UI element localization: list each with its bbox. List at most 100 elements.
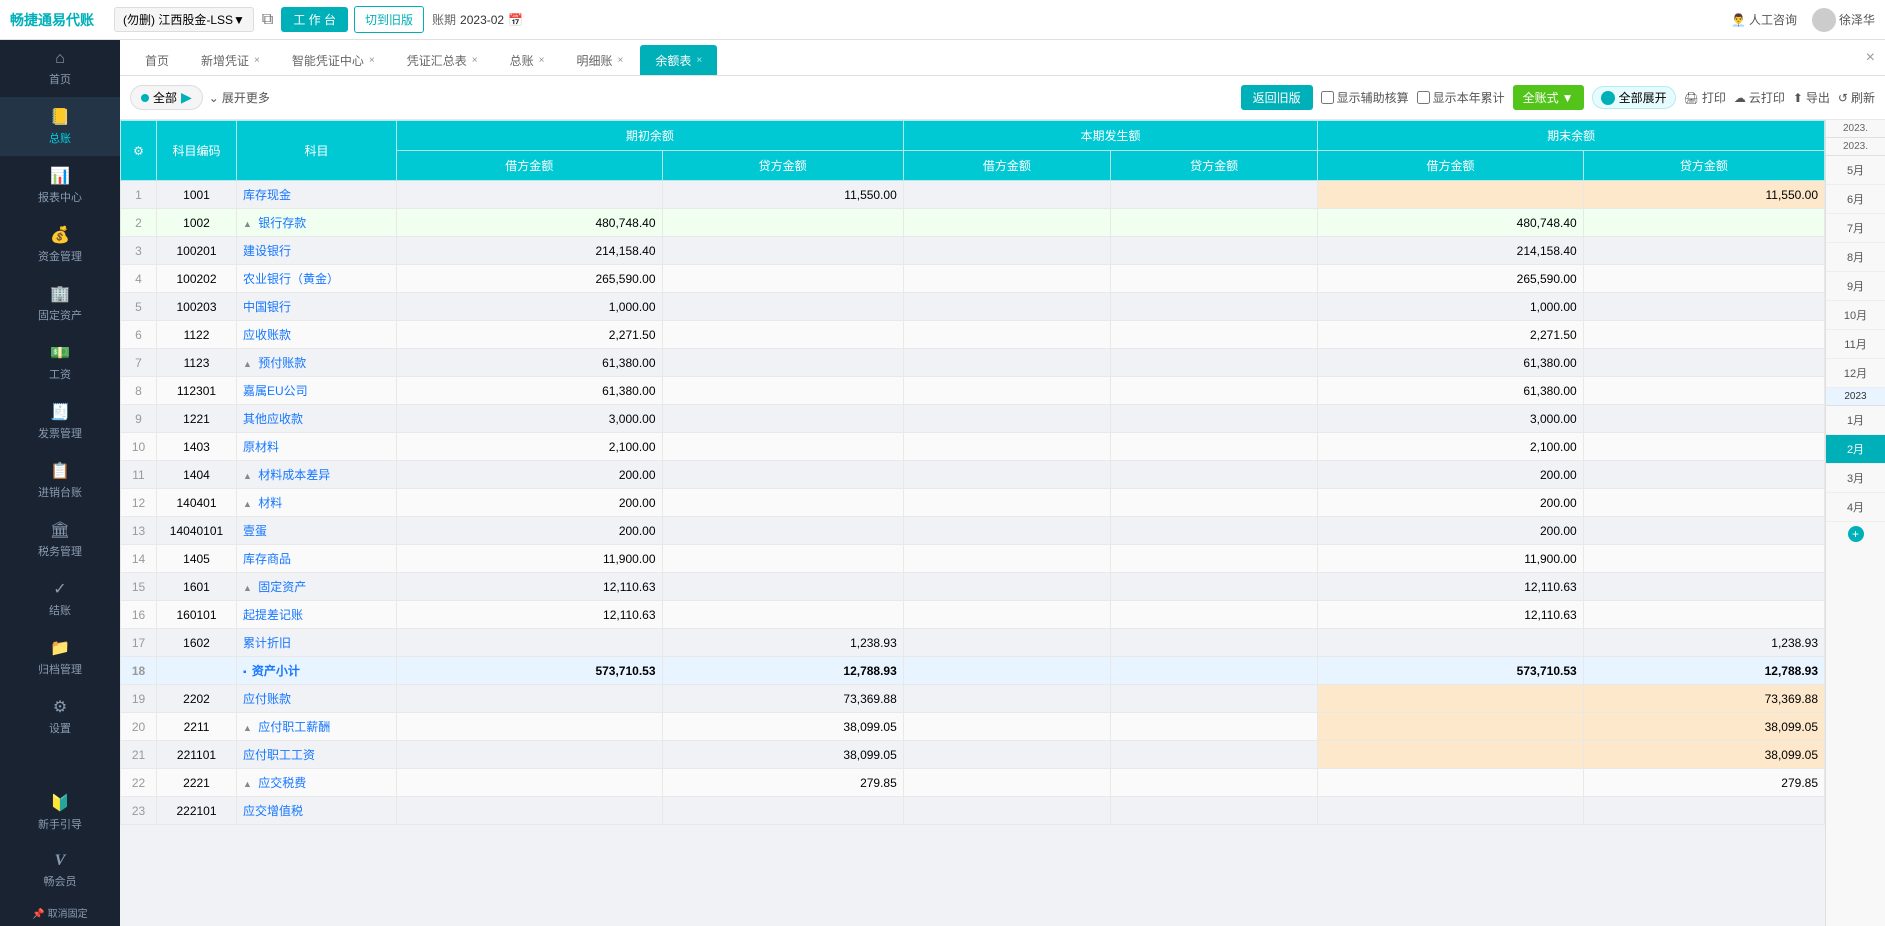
right-panel-2023[interactable]: 2023: [1826, 388, 1885, 406]
tab-voucher-summary-close[interactable]: ×: [472, 55, 478, 66]
opening-credit-cell: 279.85: [662, 769, 903, 797]
all-filter-button[interactable]: 全部 ▶: [130, 85, 203, 110]
tab-new-voucher[interactable]: 新增凭证 ×: [186, 45, 275, 75]
workbench-button[interactable]: 工 作 台: [281, 7, 348, 32]
plus-icon: +: [1852, 527, 1859, 541]
tab-general-ledger[interactable]: 总账 ×: [495, 45, 560, 75]
row-name[interactable]: 应交增值税: [237, 797, 397, 825]
row-name[interactable]: ▲ 材料成本差异: [237, 461, 397, 489]
row-name[interactable]: 农业银行（黄金）: [237, 265, 397, 293]
row-name[interactable]: ▲ 预付账款: [237, 349, 397, 377]
return-old-version-button[interactable]: 返回旧版: [1241, 85, 1313, 110]
row-name[interactable]: 应收账款: [237, 321, 397, 349]
row-name[interactable]: 库存商品: [237, 545, 397, 573]
sidebar-item-tax[interactable]: 🏛 税务管理: [0, 510, 120, 569]
opening-debit-cell: 1,000.00: [397, 293, 663, 321]
cloud-print-button[interactable]: ☁ 云打印: [1734, 89, 1785, 106]
tab-smart-voucher-close[interactable]: ×: [369, 55, 375, 66]
all-arrow-icon: ▶: [181, 89, 192, 106]
right-panel-sep[interactable]: 9月: [1826, 272, 1885, 301]
row-name[interactable]: 起提差记账: [237, 601, 397, 629]
sidebar-item-funds[interactable]: 💰 资金管理: [0, 215, 120, 274]
sidebar-item-guide[interactable]: 🔰 新手引导: [0, 783, 120, 842]
row-name[interactable]: ▲ 材料: [237, 489, 397, 517]
sidebar-item-settings[interactable]: ⚙ 设置: [0, 687, 120, 746]
right-panel-nov[interactable]: 11月: [1826, 330, 1885, 359]
row-name[interactable]: 其他应收款: [237, 405, 397, 433]
expand-all-toggle[interactable]: 全部展开: [1592, 86, 1676, 109]
full-format-button[interactable]: 全账式 ▼: [1513, 85, 1584, 110]
right-panel-oct[interactable]: 10月: [1826, 301, 1885, 330]
export-button[interactable]: ⬆ 导出: [1793, 89, 1830, 106]
row-name[interactable]: 原材料: [237, 433, 397, 461]
row-name[interactable]: 应付账款: [237, 685, 397, 713]
right-panel-feb[interactable]: 2月: [1826, 435, 1885, 464]
sidebar-item-member[interactable]: V 畅会员: [0, 842, 120, 899]
closing-credit-cell: [1583, 265, 1824, 293]
sidebar-item-ledger[interactable]: 📒 总账: [0, 97, 120, 156]
year-checkbox-input[interactable]: [1417, 91, 1430, 104]
sales-icon: 📋: [50, 461, 70, 481]
table-row: 13 14040101 壹蛋 200.00 200.00: [121, 517, 1825, 545]
sidebar-item-payroll[interactable]: 💵 工资: [0, 333, 120, 392]
expand-more-button[interactable]: ⌄ 展开更多: [209, 89, 270, 106]
tab-balance[interactable]: 余额表 ×: [640, 45, 717, 75]
row-name[interactable]: ▲ 固定资产: [237, 573, 397, 601]
row-name[interactable]: 应付职工工资: [237, 741, 397, 769]
row-name[interactable]: ▲ 应付职工薪酬: [237, 713, 397, 741]
opening-credit-cell: [662, 293, 903, 321]
tab-detail-ledger[interactable]: 明细账 ×: [561, 45, 638, 75]
row-name[interactable]: 库存现金: [237, 181, 397, 209]
right-panel-mar[interactable]: 3月: [1826, 464, 1885, 493]
show-aux-checkbox[interactable]: 显示辅助核算: [1321, 89, 1409, 106]
tab-close-all[interactable]: ×: [1856, 40, 1885, 75]
print-button[interactable]: 🖨 打印: [1684, 89, 1726, 106]
fixed-pin[interactable]: 📌 取消固定: [0, 899, 120, 926]
tab-home[interactable]: 首页: [130, 45, 184, 75]
service-button[interactable]: 👨‍💼 人工咨询: [1731, 11, 1797, 28]
row-name[interactable]: 累计折旧: [237, 629, 397, 657]
row-name[interactable]: 嘉属EU公司: [237, 377, 397, 405]
add-period-button[interactable]: +: [1848, 526, 1864, 542]
right-panel-may[interactable]: 5月: [1826, 156, 1885, 185]
sidebar-item-home[interactable]: ⌂ 首页: [0, 40, 120, 97]
tab-smart-voucher[interactable]: 智能凭证中心 ×: [277, 45, 390, 75]
opening-credit-cell: [662, 797, 903, 825]
tab-general-ledger-close[interactable]: ×: [539, 55, 545, 66]
closing-credit-cell: 11,550.00: [1583, 181, 1824, 209]
tab-new-voucher-label: 新增凭证: [201, 52, 249, 69]
right-panel-jan[interactable]: 1月: [1826, 406, 1885, 435]
tab-voucher-summary[interactable]: 凭证汇总表 ×: [392, 45, 493, 75]
tab-new-voucher-close[interactable]: ×: [254, 55, 260, 66]
sidebar-item-archive[interactable]: 📁 归档管理: [0, 628, 120, 687]
tab-detail-ledger-close[interactable]: ×: [617, 55, 623, 66]
refresh-button[interactable]: ↺ 刷新: [1838, 89, 1875, 106]
sidebar-item-sales[interactable]: 📋 进销台账: [0, 451, 120, 510]
row-name[interactable]: 壹蛋: [237, 517, 397, 545]
company-selector[interactable]: (勿删) 江西股金-LSS ▼: [114, 7, 254, 32]
show-year-checkbox[interactable]: 显示本年累计: [1417, 89, 1505, 106]
aux-checkbox-input[interactable]: [1321, 91, 1334, 104]
closing-debit-cell: 2,271.50: [1318, 321, 1584, 349]
right-panel-dec[interactable]: 12月: [1826, 359, 1885, 388]
row-name[interactable]: ▲ 应交税费: [237, 769, 397, 797]
user-info[interactable]: 徐泽华: [1812, 8, 1875, 32]
right-panel-jun[interactable]: 6月: [1826, 185, 1885, 214]
tab-balance-close[interactable]: ×: [696, 55, 702, 66]
closing-credit-cell: [1583, 321, 1824, 349]
row-name[interactable]: ▲ 银行存款: [237, 209, 397, 237]
sidebar-item-assets[interactable]: 🏢 固定资产: [0, 274, 120, 333]
switch-version-button[interactable]: 切到旧版: [354, 6, 424, 33]
row-name[interactable]: 中国银行: [237, 293, 397, 321]
row-name[interactable]: 建设银行: [237, 237, 397, 265]
sidebar-item-close[interactable]: ✓ 结账: [0, 569, 120, 628]
row-name[interactable]: ▪ 资产小计: [237, 657, 397, 685]
right-panel-aug[interactable]: 8月: [1826, 243, 1885, 272]
copy-icon[interactable]: ⧉: [262, 11, 273, 29]
calendar-icon[interactable]: 📅: [508, 13, 523, 27]
sidebar-item-reports[interactable]: 📊 报表中心: [0, 156, 120, 215]
sidebar-item-invoice[interactable]: 🧾 发票管理: [0, 392, 120, 451]
row-code: 14040101: [157, 517, 237, 545]
right-panel-jul[interactable]: 7月: [1826, 214, 1885, 243]
right-panel-apr[interactable]: 4月: [1826, 493, 1885, 522]
